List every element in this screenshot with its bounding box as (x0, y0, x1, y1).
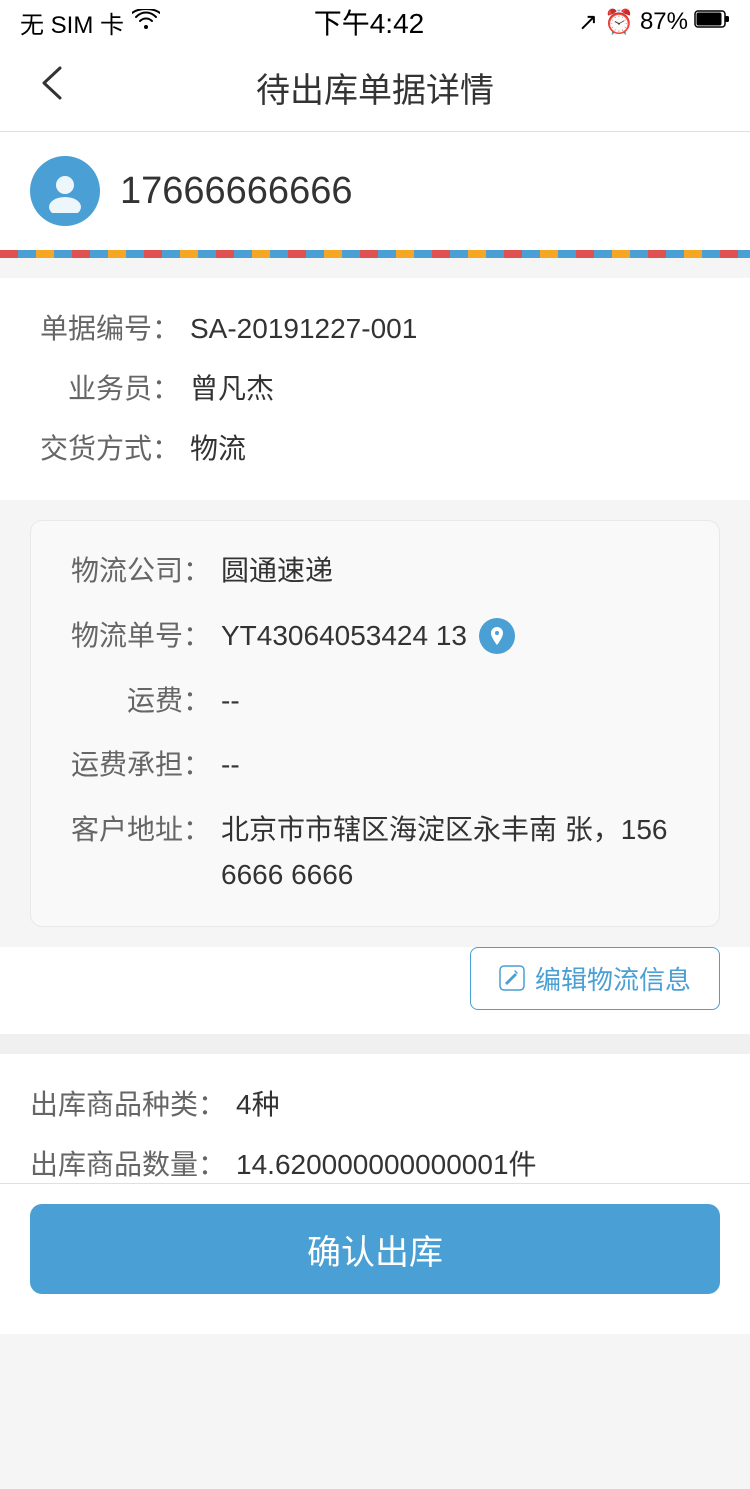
goods-types-label: 出库商品种类： (30, 1084, 226, 1126)
confirm-button-area: 确认出库 (0, 1183, 750, 1334)
edit-logistics-label: 编辑物流信息 (535, 960, 691, 997)
sim-text: 无 SIM 卡 (20, 5, 124, 40)
logistics-freight-row: 运费： -- (61, 679, 689, 724)
location-status-icon: ↗ (578, 8, 598, 37)
order-no-value: SA-20191227-001 (190, 308, 720, 350)
order-no-row: 单据编号： SA-20191227-001 (30, 308, 720, 350)
customer-header: 17666666666 (0, 132, 750, 250)
salesman-value: 曾凡杰 (190, 368, 720, 410)
salesman-label: 业务员： (30, 368, 180, 410)
delivery-value: 物流 (190, 428, 720, 470)
logistics-tracking-row: 物流单号： YT43064053424 13 (61, 614, 689, 659)
logistics-freight-bearer-value: -- (221, 743, 689, 788)
order-no-label: 单据编号： (30, 308, 180, 350)
goods-quantity-row: 出库商品数量： 14.620000000000001件 (30, 1144, 720, 1186)
back-button[interactable] (30, 54, 74, 121)
logistics-freight-bearer-row: 运费承担： -- (61, 743, 689, 788)
page-title: 待出库单据详情 (256, 63, 494, 112)
logistics-freight-label: 运费： (61, 679, 211, 724)
tracking-location-icon[interactable] (479, 618, 515, 654)
status-time: 下午4:42 (314, 2, 425, 42)
logistics-freight-value: -- (221, 679, 689, 724)
logistics-freight-bearer-label: 运费承担： (61, 743, 211, 788)
goods-quantity-value: 14.620000000000001件 (236, 1144, 720, 1186)
goods-types-value: 4种 (236, 1084, 720, 1126)
logistics-address-row: 客户地址： 北京市市辖区海淀区永丰南 张，156 6666 6666 (61, 808, 689, 898)
edit-logistics-wrap: 编辑物流信息 (0, 947, 750, 1034)
confirm-button[interactable]: 确认出库 (30, 1204, 720, 1294)
status-right: ↗ ⏰ 87% (578, 8, 730, 37)
status-bar: 无 SIM 卡 下午4:42 ↗ ⏰ 87% (0, 0, 750, 44)
customer-phone: 17666666666 (120, 170, 352, 213)
section-divider (0, 1034, 750, 1054)
avatar (30, 156, 100, 226)
wifi-icon (132, 8, 160, 36)
logistics-company-label: 物流公司： (61, 549, 211, 594)
goods-quantity-label: 出库商品数量： (30, 1144, 226, 1186)
logistics-company-value: 圆通速递 (221, 549, 689, 594)
logistics-tracking-value: YT43064053424 13 (221, 614, 467, 659)
battery-text: 87% (640, 8, 688, 36)
alarm-icon: ⏰ (604, 8, 634, 37)
bottom-spacer (0, 1329, 750, 1489)
order-info-section: 单据编号： SA-20191227-001 业务员： 曾凡杰 交货方式： 物流 (0, 278, 750, 500)
status-left: 无 SIM 卡 (20, 5, 160, 40)
delivery-label: 交货方式： (30, 428, 180, 470)
edit-logistics-button[interactable]: 编辑物流信息 (470, 947, 720, 1010)
logistics-address-value: 北京市市辖区海淀区永丰南 张，156 6666 6666 (221, 808, 689, 898)
logistics-address-label: 客户地址： (61, 808, 211, 853)
logistics-tracking-label: 物流单号： (61, 614, 211, 659)
delivery-row: 交货方式： 物流 (30, 428, 720, 470)
battery-icon (694, 8, 730, 36)
logistics-company-row: 物流公司： 圆通速递 (61, 549, 689, 594)
logistics-card: 物流公司： 圆通速递 物流单号： YT43064053424 13 运费： --… (30, 520, 720, 927)
logistics-tracking-value-wrap: YT43064053424 13 (221, 614, 689, 659)
goods-types-row: 出库商品种类： 4种 (30, 1084, 720, 1126)
nav-bar: 待出库单据详情 (0, 44, 750, 132)
salesman-row: 业务员： 曾凡杰 (30, 368, 720, 410)
decorative-line (0, 250, 750, 258)
